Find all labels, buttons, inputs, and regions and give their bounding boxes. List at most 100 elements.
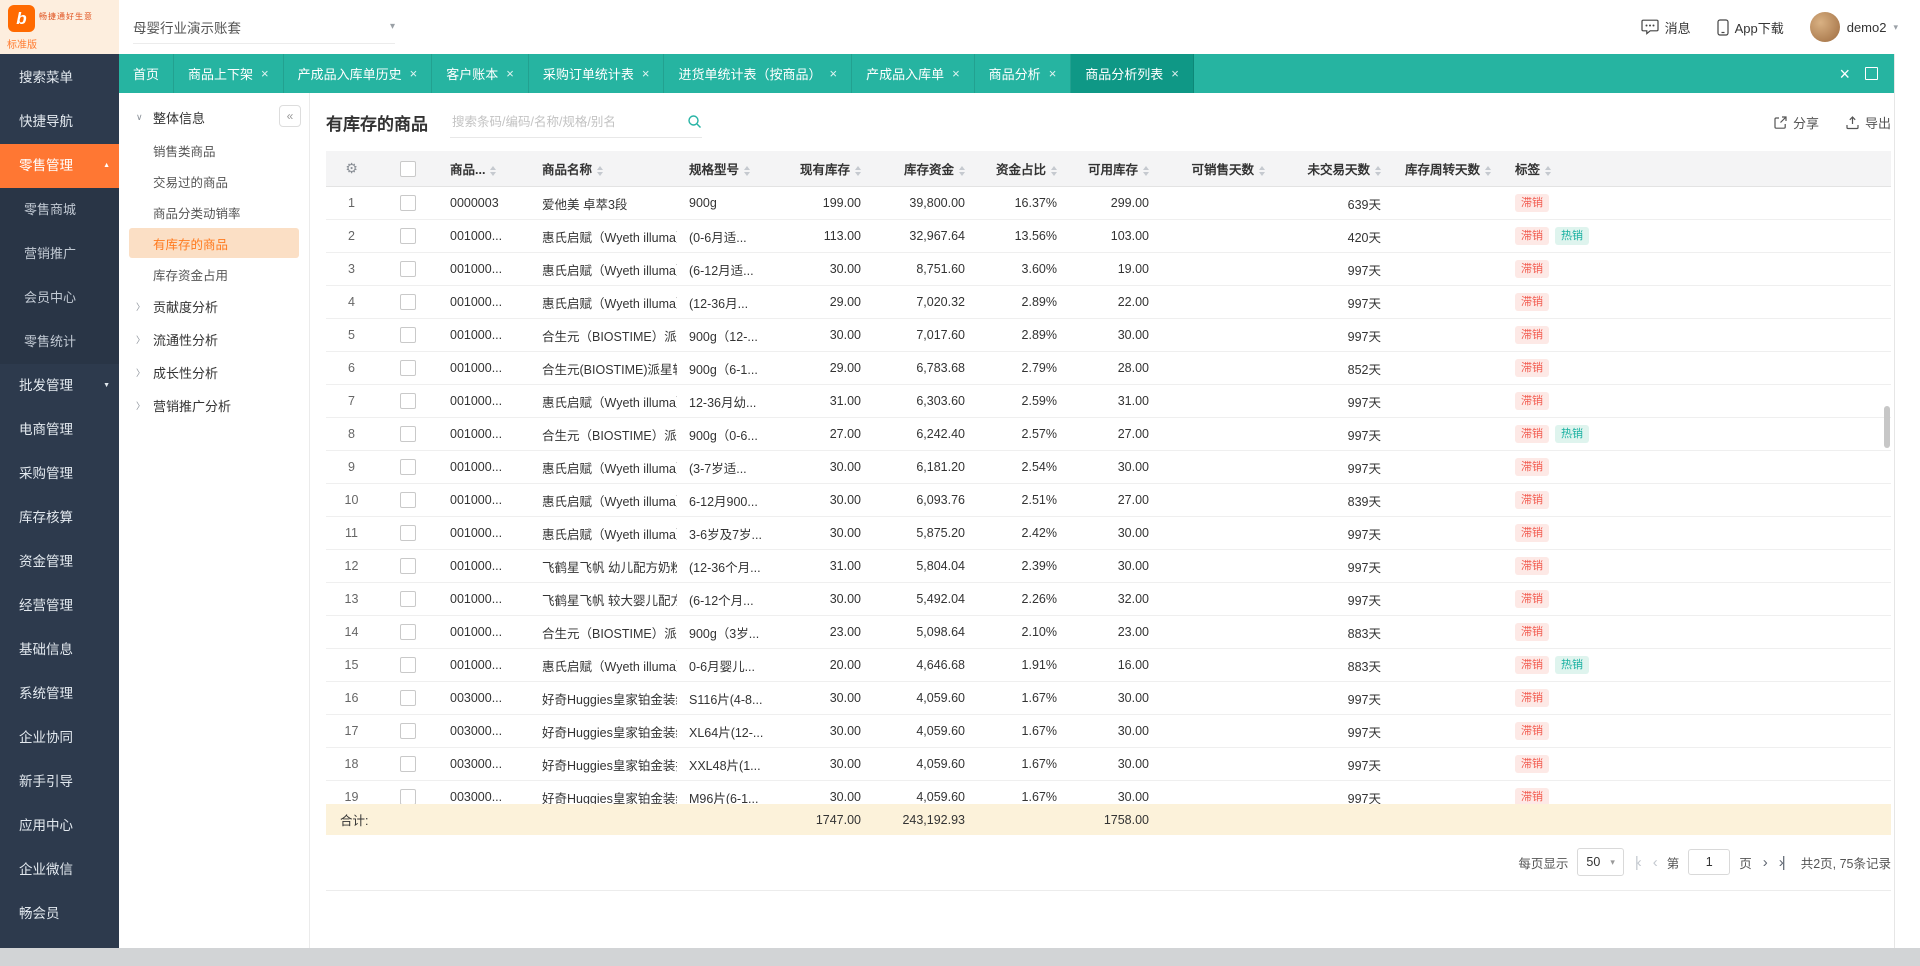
- tab[interactable]: 商品上下架 ×: [174, 54, 284, 93]
- export-button[interactable]: 导出: [1845, 113, 1891, 132]
- sidebar-item[interactable]: 系统管理: [0, 672, 119, 716]
- row-checkbox[interactable]: [399, 624, 416, 640]
- tree-item[interactable]: 销售类商品: [129, 135, 299, 165]
- close-tab-icon[interactable]: ×: [952, 66, 960, 81]
- row-checkbox[interactable]: [399, 327, 416, 343]
- row-checkbox[interactable]: [399, 195, 416, 211]
- first-page-button[interactable]: |‹: [1633, 854, 1642, 871]
- row-checkbox[interactable]: [399, 756, 416, 772]
- sidebar-item[interactable]: 新手引导: [0, 760, 119, 804]
- sidebar-item[interactable]: 零售统计: [0, 320, 119, 364]
- column-header[interactable]: 可用库存: [1069, 151, 1161, 187]
- sidebar-item[interactable]: 库存核算: [0, 496, 119, 540]
- sidebar-item[interactable]: 畅会员: [0, 892, 119, 936]
- close-tab-icon[interactable]: ×: [410, 66, 418, 81]
- page-number-input[interactable]: [1688, 849, 1731, 875]
- column-header[interactable]: 规格型号: [677, 151, 781, 187]
- sidebar-item[interactable]: 企业协同: [0, 716, 119, 760]
- row-checkbox[interactable]: [399, 525, 416, 541]
- sidebar-item[interactable]: 快捷导航: [0, 100, 119, 144]
- row-checkbox[interactable]: [399, 261, 416, 277]
- column-header[interactable]: 可销售天数: [1161, 151, 1277, 187]
- row-checkbox[interactable]: [399, 657, 416, 673]
- sidebar-item[interactable]: 批发管理 ▼: [0, 364, 119, 408]
- tree-item[interactable]: 〉流通性分析: [119, 323, 309, 356]
- close-tab-icon[interactable]: ×: [1171, 66, 1179, 81]
- row-checkbox[interactable]: [399, 690, 416, 706]
- logo[interactable]: b 畅捷通好生意 标准版: [0, 0, 119, 54]
- column-header[interactable]: 商品名称: [530, 151, 677, 187]
- tree-item[interactable]: 库存资金占用: [129, 259, 299, 289]
- tab[interactable]: 客户账本 ×: [432, 54, 529, 93]
- sort-icon[interactable]: [855, 165, 861, 176]
- sort-icon[interactable]: [959, 165, 965, 176]
- row-checkbox[interactable]: [399, 393, 416, 409]
- column-header[interactable]: 库存周转天数: [1393, 151, 1503, 187]
- search-icon[interactable]: [687, 114, 702, 129]
- sidebar-item[interactable]: 资金管理: [0, 540, 119, 584]
- prev-page-button[interactable]: ‹: [1651, 854, 1658, 871]
- tab[interactable]: 商品分析列表 ×: [1071, 54, 1194, 93]
- sidebar-item[interactable]: 采购管理: [0, 452, 119, 496]
- tab[interactable]: 采购订单统计表 ×: [529, 54, 665, 93]
- tree-item[interactable]: 有库存的商品: [129, 228, 299, 258]
- sidebar-item[interactable]: 搜索菜单: [0, 56, 119, 100]
- row-checkbox[interactable]: [399, 789, 416, 804]
- row-checkbox[interactable]: [399, 228, 416, 244]
- select-all-checkbox[interactable]: [399, 160, 416, 177]
- sidebar-item[interactable]: 零售管理 ▲: [0, 144, 119, 188]
- row-checkbox[interactable]: [399, 294, 416, 310]
- column-header[interactable]: 标签: [1503, 151, 1891, 187]
- row-checkbox[interactable]: [399, 723, 416, 739]
- fullscreen-icon[interactable]: [1865, 67, 1878, 80]
- close-tab-icon[interactable]: ×: [506, 66, 514, 81]
- sidebar-item[interactable]: 营销推广: [0, 232, 119, 276]
- share-button[interactable]: 分享: [1773, 113, 1819, 132]
- sort-icon[interactable]: [597, 165, 604, 176]
- sort-icon[interactable]: [1259, 165, 1265, 176]
- collapse-panel-button[interactable]: «: [279, 105, 301, 127]
- row-checkbox[interactable]: [399, 558, 416, 574]
- next-page-button[interactable]: ›: [1761, 854, 1768, 871]
- close-tab-icon[interactable]: ×: [642, 66, 650, 81]
- tab[interactable]: 首页: [119, 54, 175, 93]
- sort-icon[interactable]: [744, 165, 751, 176]
- row-checkbox[interactable]: [399, 360, 416, 376]
- sidebar-item[interactable]: 企业微信: [0, 848, 119, 892]
- sidebar-item[interactable]: 应用中心: [0, 804, 119, 848]
- tab[interactable]: 商品分析 ×: [975, 54, 1072, 93]
- sort-icon[interactable]: [1051, 165, 1057, 176]
- row-checkbox[interactable]: [399, 591, 416, 607]
- vertical-scrollbar[interactable]: [1883, 151, 1891, 804]
- last-page-button[interactable]: ›|: [1777, 854, 1786, 871]
- sort-icon[interactable]: [1143, 165, 1149, 176]
- close-tab-icon[interactable]: ×: [829, 66, 837, 81]
- tab[interactable]: 产成品入库单历史 ×: [284, 54, 433, 93]
- column-header[interactable]: 库存资金: [873, 151, 977, 187]
- tree-item[interactable]: 商品分类动销率: [129, 197, 299, 227]
- tree-item[interactable]: 交易过的商品: [129, 166, 299, 196]
- user-menu[interactable]: demo2 ▾: [1809, 12, 1898, 42]
- sort-icon[interactable]: [1545, 165, 1552, 176]
- messages-button[interactable]: 消息: [1640, 18, 1691, 37]
- column-header[interactable]: 现有库存: [781, 151, 873, 187]
- scrollbar-thumb[interactable]: [1884, 406, 1890, 448]
- row-checkbox[interactable]: [399, 459, 416, 475]
- column-header[interactable]: 商品...: [438, 151, 530, 187]
- tab[interactable]: 进货单统计表（按商品） ×: [664, 54, 853, 93]
- account-selector[interactable]: 母婴行业演示账套 ▾: [133, 11, 395, 44]
- row-checkbox[interactable]: [399, 492, 416, 508]
- tree-item[interactable]: 〉成长性分析: [119, 356, 309, 389]
- search-input[interactable]: [450, 113, 681, 130]
- sort-icon[interactable]: [490, 165, 497, 176]
- row-checkbox[interactable]: [399, 426, 416, 442]
- tree-item[interactable]: 〉营销推广分析: [119, 389, 309, 422]
- close-tab-icon[interactable]: ×: [1049, 66, 1057, 81]
- sidebar-item[interactable]: 基础信息: [0, 628, 119, 672]
- column-settings-gear-icon[interactable]: ⚙: [345, 160, 358, 176]
- sidebar-item[interactable]: 零售商城: [0, 188, 119, 232]
- column-header[interactable]: 未交易天数: [1277, 151, 1393, 187]
- sidebar-item[interactable]: 经营管理: [0, 584, 119, 628]
- sidebar-item[interactable]: 会员中心: [0, 276, 119, 320]
- column-header[interactable]: 资金占比: [977, 151, 1069, 187]
